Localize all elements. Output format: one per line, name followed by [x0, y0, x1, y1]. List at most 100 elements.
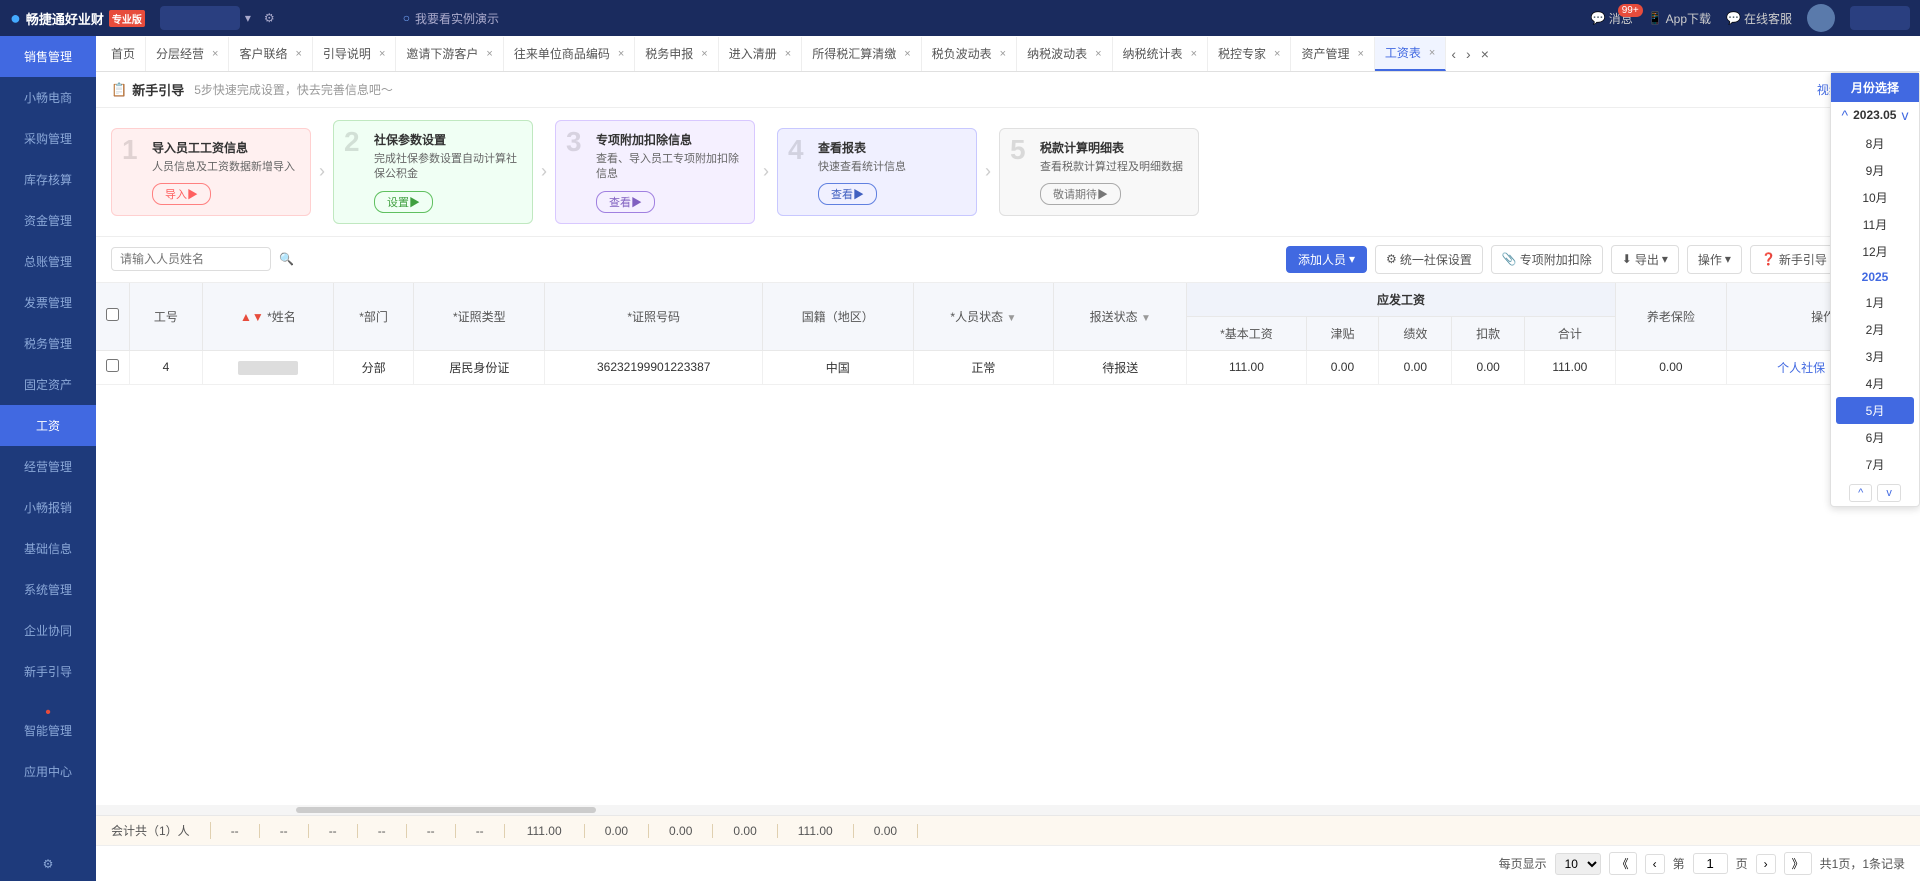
sidebar-item-ecommerce[interactable]: 小畅电商 — [0, 77, 96, 118]
sidebar-item-system[interactable]: 系统管理 — [0, 569, 96, 610]
close-tab-product-code[interactable]: × — [618, 48, 624, 60]
tab-tax-report[interactable]: 税务申报 × — [635, 37, 718, 71]
sidebar-item-invoice[interactable]: 发票管理 — [0, 282, 96, 323]
tab-income-tax[interactable]: 所得税汇算清缴 × — [802, 37, 921, 71]
month-item-7[interactable]: 7月 — [1831, 451, 1919, 478]
tab-product-code[interactable]: 往来单位商品编码 × — [504, 37, 635, 71]
report-status-filter-icon[interactable]: ▼ — [1141, 313, 1151, 324]
sidebar-item-basic-info[interactable]: 基础信息 — [0, 528, 96, 569]
tab-tax-fluctuation[interactable]: 纳税波动表 × — [1017, 37, 1112, 71]
sidebar-item-purchase[interactable]: 采购管理 — [0, 118, 96, 159]
export-btn[interactable]: ⬇ 导出 ▾ — [1611, 245, 1679, 274]
close-tab-salary[interactable]: × — [1429, 47, 1435, 59]
month-item-9[interactable]: 9月 — [1831, 157, 1919, 184]
step-4-btn[interactable]: 查看▶ — [818, 183, 877, 205]
sidebar-item-expense[interactable]: 小畅报销 — [0, 487, 96, 528]
month-item-5-active[interactable]: 5月 — [1836, 397, 1914, 424]
tab-invite[interactable]: 邀请下游客户 × — [396, 37, 503, 71]
tab-salary-table[interactable]: 工资表 × — [1375, 37, 1446, 71]
app-download-btn[interactable]: 📱 App下载 — [1648, 10, 1711, 27]
last-page-btn[interactable]: 》 — [1784, 852, 1812, 875]
step-5-btn[interactable]: 敬请期待▶ — [1040, 183, 1121, 205]
person-status-filter-icon[interactable]: ▼ — [1006, 313, 1016, 324]
tab-next-btn[interactable]: › — [1461, 46, 1476, 62]
tab-tax-stats[interactable]: 纳税统计表 × — [1113, 37, 1208, 71]
close-tab-tax-burden[interactable]: × — [1000, 48, 1006, 60]
close-tab-income-tax[interactable]: × — [904, 48, 910, 60]
tab-guide[interactable]: 引导说明 × — [313, 37, 396, 71]
month-item-11[interactable]: 11月 — [1831, 211, 1919, 238]
sidebar-item-salary[interactable]: 工资 — [0, 405, 96, 446]
message-btn[interactable]: 💬 消息 99+ — [1591, 10, 1633, 27]
row-checkbox[interactable] — [106, 359, 119, 372]
sidebar-item-assets[interactable]: 固定资产 — [0, 364, 96, 405]
sidebar-item-tax[interactable]: 税务管理 — [0, 323, 96, 364]
user-menu[interactable] — [1850, 6, 1910, 30]
close-tab-tax-report[interactable]: × — [701, 48, 707, 60]
special-deduction-btn[interactable]: 📎 专项附加扣除 — [1491, 245, 1603, 274]
step-2-btn[interactable]: 设置▶ — [374, 191, 433, 213]
sidebar-item-guide[interactable]: 新手引导 — [0, 651, 96, 692]
tab-tax-expert[interactable]: 税控专家 × — [1208, 37, 1291, 71]
user-avatar[interactable] — [1807, 4, 1835, 32]
close-tab-guide[interactable]: × — [379, 48, 385, 60]
first-page-btn[interactable]: 《 — [1609, 852, 1637, 875]
sidebar-item-cooperation[interactable]: 企业协同 — [0, 610, 96, 651]
close-tab-invite[interactable]: × — [486, 48, 492, 60]
close-tab-tax-stats[interactable]: × — [1191, 48, 1197, 60]
settings-btn[interactable]: ⚙ — [256, 9, 283, 27]
month-item-6[interactable]: 6月 — [1831, 424, 1919, 451]
sidebar-item-operations[interactable]: 经营管理 — [0, 446, 96, 487]
page-number-input[interactable] — [1693, 853, 1728, 874]
search-icon[interactable]: 🔍 — [279, 252, 294, 266]
tab-close-all-btn[interactable]: × — [1476, 46, 1494, 62]
close-tab-customer[interactable]: × — [295, 48, 301, 60]
horizontal-scrollbar[interactable] — [96, 805, 1920, 815]
month-item-1[interactable]: 1月 — [1831, 289, 1919, 316]
sidebar-gear-btn[interactable]: ⚙ — [0, 847, 96, 881]
close-tab-layered[interactable]: × — [212, 48, 218, 60]
demo-search[interactable]: ○ 我要看实例演示 — [403, 10, 499, 27]
close-tab-clearance[interactable]: × — [785, 48, 791, 60]
step-3-btn[interactable]: 查看▶ — [596, 191, 655, 213]
month-item-12[interactable]: 12月 — [1831, 238, 1919, 265]
sidebar-item-ai[interactable]: • 智能管理 — [0, 692, 96, 751]
tab-tax-burden[interactable]: 税负波动表 × — [922, 37, 1017, 71]
personal-tax-link[interactable]: 个人社保 — [1777, 361, 1825, 375]
per-page-select[interactable]: 10 — [1555, 853, 1601, 875]
sidebar-item-inventory[interactable]: 库存核算 — [0, 159, 96, 200]
month-scroll-up-btn[interactable]: ^ — [1849, 484, 1872, 502]
sidebar-item-ledger[interactable]: 总账管理 — [0, 241, 96, 282]
tab-customer[interactable]: 客户联络 × — [229, 37, 312, 71]
month-item-4[interactable]: 4月 — [1831, 370, 1919, 397]
close-tab-asset-mgmt[interactable]: × — [1357, 48, 1363, 60]
month-item-10[interactable]: 10月 — [1831, 184, 1919, 211]
sidebar-item-sales[interactable]: 销售管理 — [0, 36, 96, 77]
month-next-btn[interactable]: v — [1901, 107, 1908, 123]
guide-btn[interactable]: ❓ 新手引导 — [1750, 245, 1838, 274]
social-security-setting-btn[interactable]: ⚙ 统一社保设置 — [1375, 245, 1483, 274]
add-employee-btn[interactable]: 添加人员 ▾ — [1286, 246, 1367, 273]
tab-home[interactable]: 首页 — [101, 37, 146, 71]
step-1-btn[interactable]: 导入▶ — [152, 183, 211, 205]
month-item-8[interactable]: 8月 — [1831, 130, 1919, 157]
online-service-btn[interactable]: 💬 在线客服 — [1726, 10, 1792, 27]
tab-prev-btn[interactable]: ‹ — [1446, 46, 1461, 62]
month-item-2[interactable]: 2月 — [1831, 316, 1919, 343]
tab-layered[interactable]: 分层经营 × — [146, 37, 229, 71]
month-item-3[interactable]: 3月 — [1831, 343, 1919, 370]
select-all-checkbox[interactable] — [106, 308, 119, 321]
month-prev-btn[interactable]: ^ — [1842, 107, 1849, 123]
prev-page-btn[interactable]: ‹ — [1645, 854, 1665, 874]
tab-asset-mgmt[interactable]: 资产管理 × — [1291, 37, 1374, 71]
close-tab-tax-expert[interactable]: × — [1274, 48, 1280, 60]
scrollbar-thumb[interactable] — [296, 807, 596, 813]
close-tab-tax-fluctuation[interactable]: × — [1095, 48, 1101, 60]
workspace-dropdown[interactable]: ▾ — [240, 9, 256, 27]
month-scroll-down-btn[interactable]: v — [1877, 484, 1901, 502]
next-page-btn[interactable]: › — [1756, 854, 1776, 874]
sidebar-item-app-center[interactable]: 应用中心 — [0, 751, 96, 792]
sidebar-item-capital[interactable]: 资金管理 — [0, 200, 96, 241]
action-btn[interactable]: 操作 ▾ — [1687, 245, 1742, 274]
tab-clearance[interactable]: 进入清册 × — [719, 37, 802, 71]
